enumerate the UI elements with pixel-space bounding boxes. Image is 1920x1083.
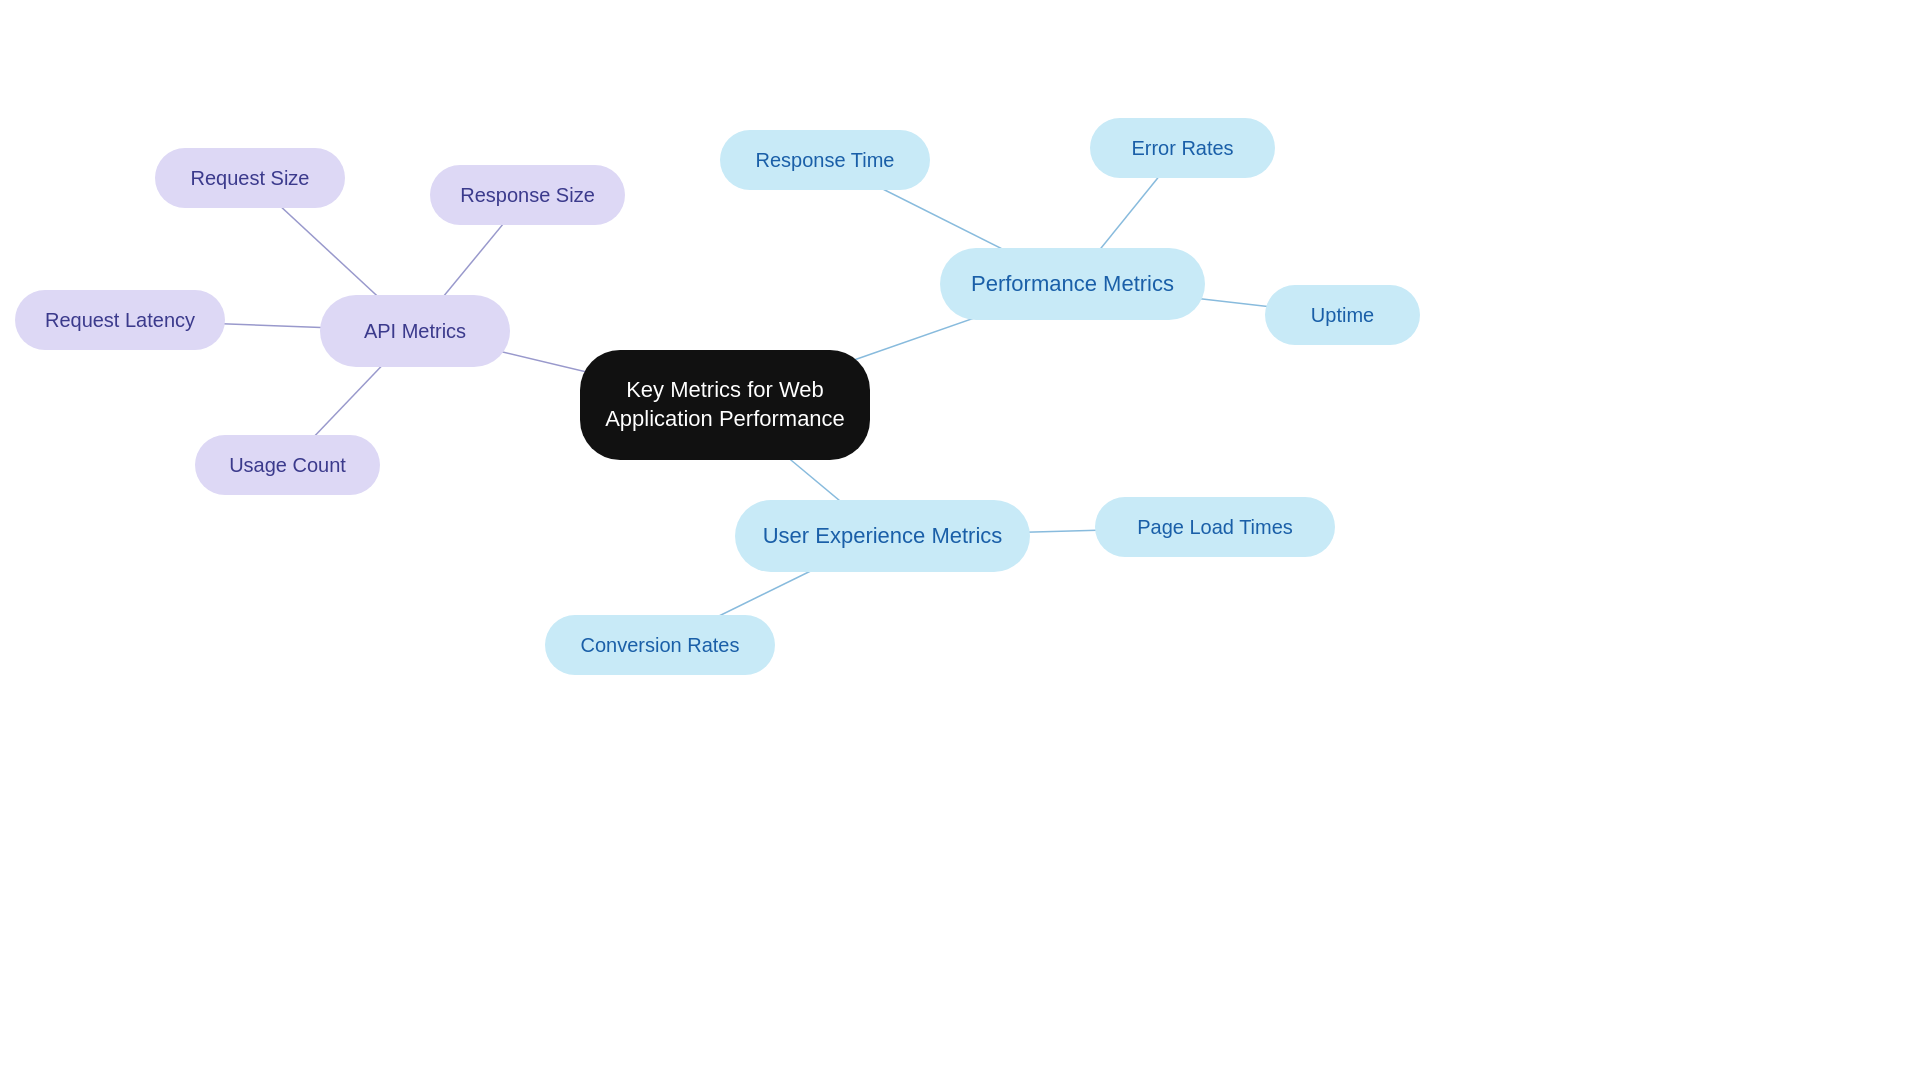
performance-metrics-node: Performance Metrics: [940, 248, 1205, 320]
usage-count-label: Usage Count: [229, 454, 346, 477]
uptime-label: Uptime: [1311, 304, 1374, 327]
error-rates-node: Error Rates: [1090, 118, 1275, 178]
response-size-label: Response Size: [460, 184, 595, 207]
conversion-rates-label: Conversion Rates: [581, 634, 740, 657]
performance-metrics-label: Performance Metrics: [971, 271, 1174, 297]
api-metrics-node: API Metrics: [320, 295, 510, 367]
response-time-label: Response Time: [756, 149, 895, 172]
request-size-label: Request Size: [191, 167, 310, 190]
user-experience-label: User Experience Metrics: [763, 523, 1003, 549]
api-metrics-label: API Metrics: [364, 320, 466, 343]
center-node: Key Metrics for Web Application Performa…: [580, 350, 870, 460]
page-load-times-node: Page Load Times: [1095, 497, 1335, 557]
page-load-times-label: Page Load Times: [1137, 516, 1293, 539]
request-latency-node: Request Latency: [15, 290, 225, 350]
error-rates-label: Error Rates: [1131, 137, 1233, 160]
uptime-node: Uptime: [1265, 285, 1420, 345]
center-label: Key Metrics for Web Application Performa…: [605, 376, 845, 433]
usage-count-node: Usage Count: [195, 435, 380, 495]
response-time-node: Response Time: [720, 130, 930, 190]
request-latency-label: Request Latency: [45, 309, 195, 332]
conversion-rates-node: Conversion Rates: [545, 615, 775, 675]
request-size-node: Request Size: [155, 148, 345, 208]
response-size-node: Response Size: [430, 165, 625, 225]
user-experience-node: User Experience Metrics: [735, 500, 1030, 572]
